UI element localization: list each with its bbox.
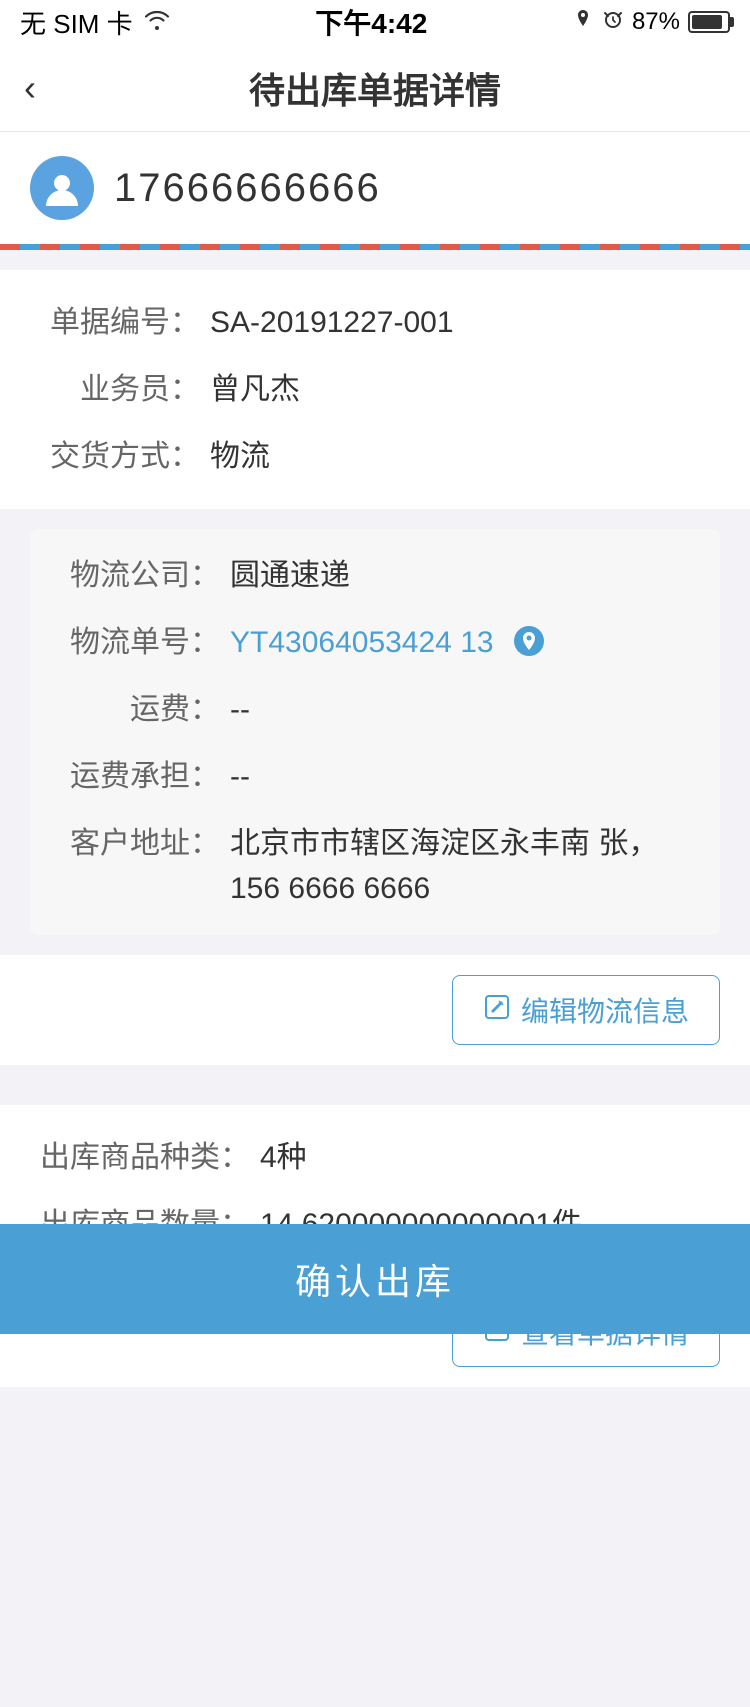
freight-bearer-value: -- — [230, 754, 690, 799]
logistics-company-value: 圆通速递 — [230, 553, 690, 598]
tracking-number-row: 物流单号： YT43064053424 13 — [60, 620, 690, 665]
wifi-icon — [143, 7, 171, 38]
location-status-icon — [572, 8, 594, 37]
delivery-method-row: 交货方式： 物流 — [40, 434, 710, 479]
confirm-button-label: 确认出库 — [295, 1253, 455, 1305]
address-row: 客户地址： 北京市市辖区海淀区永丰南 张，156 6666 6666 — [60, 821, 690, 911]
document-number-label: 单据编号： — [40, 300, 200, 345]
delivery-method-value: 物流 — [210, 434, 710, 479]
back-button[interactable]: ‹ — [24, 67, 36, 109]
phone-number: 17666666666 — [114, 166, 381, 211]
page-title: 待出库单据详情 — [249, 62, 501, 114]
phone-card: 17666666666 — [0, 132, 750, 244]
sales-person-value: 曾凡杰 — [210, 367, 710, 412]
sales-person-label: 业务员： — [40, 367, 200, 412]
basic-info-section: 单据编号： SA-20191227-001 业务员： 曾凡杰 交货方式： 物流 — [0, 270, 750, 509]
freight-row: 运费： -- — [60, 687, 690, 732]
freight-bearer-label: 运费承担： — [60, 754, 220, 799]
edit-logistics-area: 编辑物流信息 — [0, 955, 750, 1065]
document-number-row: 单据编号： SA-20191227-001 — [40, 300, 710, 345]
tracking-number-value: YT43064053424 13 — [230, 620, 690, 665]
edit-logistics-label: 编辑物流信息 — [521, 990, 689, 1030]
avatar — [30, 156, 94, 220]
freight-label: 运费： — [60, 687, 220, 732]
address-label: 客户地址： — [60, 821, 220, 866]
sales-person-row: 业务员： 曾凡杰 — [40, 367, 710, 412]
dashed-divider — [0, 244, 750, 250]
edit-icon — [483, 993, 511, 1028]
nav-bar: ‹ 待出库单据详情 — [0, 44, 750, 132]
battery-icon — [688, 11, 730, 33]
delivery-method-label: 交货方式： — [40, 434, 200, 479]
section-separator-1 — [0, 1065, 750, 1085]
confirm-btn-bar[interactable]: 确认出库 — [0, 1224, 750, 1334]
status-time: 下午4:42 — [315, 2, 427, 42]
battery-percent: 87% — [632, 8, 680, 36]
content: 17666666666 单据编号： SA-20191227-001 业务员： 曾… — [0, 132, 750, 1707]
address-value: 北京市市辖区海淀区永丰南 张，156 6666 6666 — [230, 821, 690, 911]
freight-bearer-row: 运费承担： -- — [60, 754, 690, 799]
document-number-value: SA-20191227-001 — [210, 300, 710, 345]
alarm-icon — [602, 8, 624, 37]
edit-logistics-button[interactable]: 编辑物流信息 — [452, 975, 720, 1045]
freight-value: -- — [230, 687, 690, 732]
carrier-text: 无 SIM 卡 — [20, 4, 133, 41]
goods-type-value: 4种 — [260, 1135, 710, 1180]
goods-type-row: 出库商品种类： 4种 — [40, 1135, 710, 1180]
goods-type-label: 出库商品种类： — [40, 1135, 250, 1180]
tracking-location-icon[interactable] — [512, 624, 548, 660]
logistics-company-label: 物流公司： — [60, 553, 220, 598]
status-bar: 无 SIM 卡 下午4:42 87% — [0, 0, 750, 44]
bottom-spacer — [0, 1387, 750, 1587]
logistics-box: 物流公司： 圆通速递 物流单号： YT43064053424 13 运费： -- — [30, 529, 720, 935]
logistics-company-row: 物流公司： 圆通速递 — [60, 553, 690, 598]
status-left: 无 SIM 卡 — [20, 4, 171, 41]
tracking-number-label: 物流单号： — [60, 620, 220, 665]
status-right: 87% — [572, 8, 730, 37]
